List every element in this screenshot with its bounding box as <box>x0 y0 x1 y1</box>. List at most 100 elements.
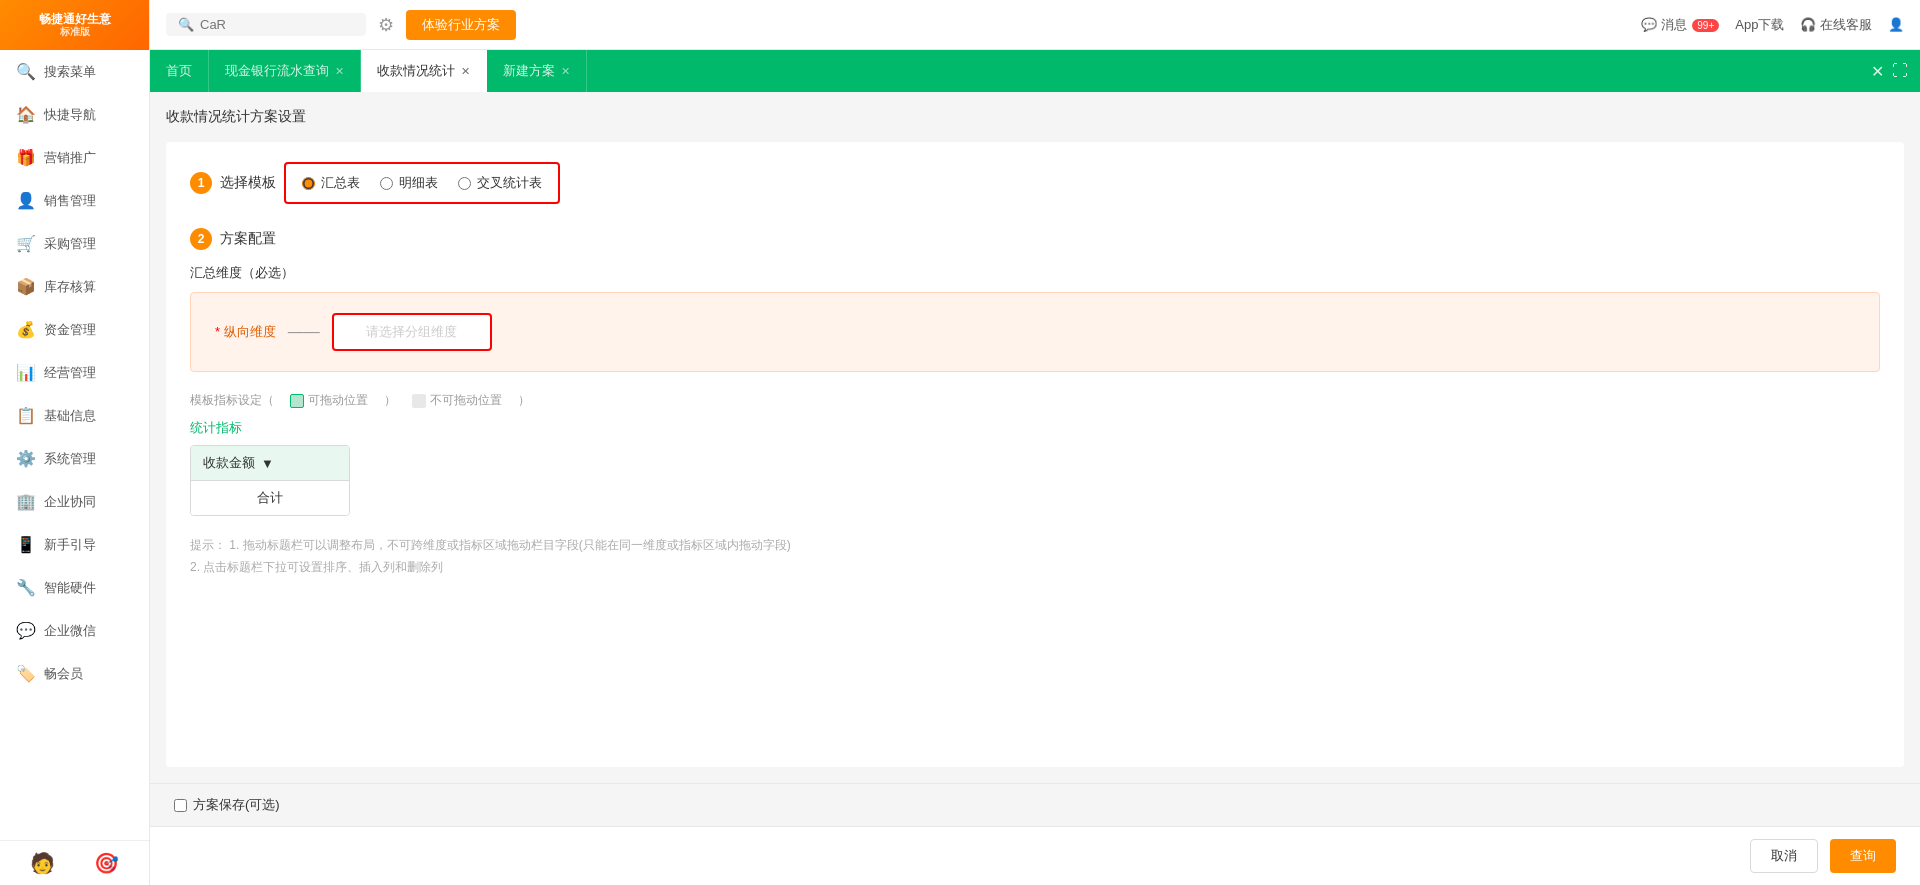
sales-icon: 👤 <box>16 191 36 210</box>
sidebar-item-quick-nav[interactable]: 🏠 快捷导航 <box>0 93 149 136</box>
non-draggable-box <box>412 394 426 408</box>
search-input[interactable] <box>200 17 354 32</box>
sidebar-item-label: 资金管理 <box>44 321 96 339</box>
tab-close-new-plan[interactable]: ✕ <box>561 65 570 78</box>
guide-icon: 📱 <box>16 535 36 554</box>
sidebar-item-member[interactable]: 🏷️ 畅会员 <box>0 652 149 695</box>
query-button[interactable]: 查询 <box>1830 839 1896 873</box>
sidebar-item-search-menu[interactable]: 🔍搜索菜单 <box>0 50 149 93</box>
indicator-title: 统计指标 <box>190 419 1880 437</box>
indicator-table: 收款金额 ▼ 合计 <box>190 445 350 516</box>
search-box: 🔍 <box>166 13 366 36</box>
legend-end: ） <box>518 392 530 409</box>
sidebar-item-label: 智能硬件 <box>44 579 96 597</box>
enterprise-icon: 🏢 <box>16 492 36 511</box>
marketing-icon: 🎁 <box>16 148 36 167</box>
sidebar-nav: 🔍搜索菜单 🏠 快捷导航 🎁 营销推广 👤 销售管理 🛒采购管理 📦 库存核算 💰资金管理📊经营管理… <box>0 50 149 840</box>
sidebar-item-label: 系统管理 <box>44 450 96 468</box>
content-area: 收款情况统计方案设置 1 选择模板 汇总表明细表交叉统计表 2 方案配置 汇总维… <box>150 92 1920 783</box>
tab-bar: 首页现金银行流水查询✕收款情况统计✕新建方案✕✕⛶ <box>150 50 1920 92</box>
user-avatar[interactable]: 👤 <box>1888 17 1904 32</box>
sidebar-item-label: 库存核算 <box>44 278 96 296</box>
step1-section: 1 选择模板 汇总表明细表交叉统计表 <box>190 162 1880 204</box>
message-item[interactable]: 💬 消息 99+ <box>1641 16 1719 34</box>
dimension-placeholder[interactable]: 请选择分组维度 <box>332 313 492 351</box>
basic-info-icon: 📋 <box>16 406 36 425</box>
close-window-icon[interactable]: ✕ <box>1871 62 1884 81</box>
tab-home[interactable]: 首页 <box>150 50 209 92</box>
radio-option-cross[interactable]: 交叉统计表 <box>458 174 542 192</box>
sidebar-item-purchase[interactable]: 🛒采购管理 <box>0 222 149 265</box>
top-header: 🔍 ⚙ 体验行业方案 💬 消息 99+ App下载 🎧 在线客服 👤 <box>150 0 1920 50</box>
radio-cross[interactable] <box>458 177 471 190</box>
sidebar-bottom: 🧑 🎯 <box>0 840 149 885</box>
dimension-section-label: 汇总维度（必选） <box>190 264 1880 282</box>
radio-label-detail: 明细表 <box>399 174 438 192</box>
sidebar-item-operations[interactable]: 📊经营管理 <box>0 351 149 394</box>
sidebar-bottom-icon-2[interactable]: 🎯 <box>94 851 119 875</box>
tip-0: 提示： 1. 拖动标题栏可以调整布局，不可跨维度或指标区域拖动栏目字段(只能在同… <box>190 535 1880 557</box>
hardware-icon: 🔧 <box>16 578 36 597</box>
sidebar-item-guide[interactable]: 📱新手引导 <box>0 523 149 566</box>
member-icon: 🏷️ <box>16 664 36 683</box>
sidebar-item-label: 销售管理 <box>44 192 96 210</box>
radio-option-detail[interactable]: 明细表 <box>380 174 438 192</box>
radio-summary[interactable] <box>302 177 315 190</box>
sidebar-item-label: 采购管理 <box>44 235 96 253</box>
sidebar-item-finance[interactable]: 💰资金管理 <box>0 308 149 351</box>
sidebar-item-marketing[interactable]: 🎁 营销推广 <box>0 136 149 179</box>
trial-button[interactable]: 体验行业方案 <box>406 10 516 40</box>
indicator-section: 模板指标设定（ 可拖动位置 ） 不可拖动位置 ） 统计指标 <box>190 392 1880 519</box>
message-badge: 99+ <box>1692 19 1719 32</box>
draggable-box <box>290 394 304 408</box>
radio-detail[interactable] <box>380 177 393 190</box>
sidebar-item-sales[interactable]: 👤 销售管理 <box>0 179 149 222</box>
sidebar-item-basic-info[interactable]: 📋基础信息 <box>0 394 149 437</box>
non-draggable-legend: 不可拖动位置 <box>412 392 502 409</box>
save-checkbox-label[interactable]: 方案保存(可选) <box>174 796 280 814</box>
sidebar-item-label: 畅会员 <box>44 665 83 683</box>
radio-label-cross: 交叉统计表 <box>477 174 542 192</box>
tab-label-bank-flow: 现金银行流水查询 <box>225 62 329 80</box>
tab-close-bank-flow[interactable]: ✕ <box>335 65 344 78</box>
sidebar: 畅捷通好生意 标准版 🔍搜索菜单🏠快捷导航🎁营销推广👤销售管理🛒采购管理📦库存核… <box>0 0 150 885</box>
step1-title: 选择模板 <box>220 174 276 192</box>
sidebar-item-label: 快捷导航 <box>44 106 96 124</box>
tips-section: 提示： 1. 拖动标题栏可以调整布局，不可跨维度或指标区域拖动栏目字段(只能在同… <box>190 535 1880 578</box>
radio-option-summary[interactable]: 汇总表 <box>302 174 360 192</box>
header-actions: 💬 消息 99+ App下载 🎧 在线客服 👤 <box>1641 16 1904 34</box>
tab-label-new-plan: 新建方案 <box>503 62 555 80</box>
sidebar-item-system[interactable]: ⚙️系统管理 <box>0 437 149 480</box>
step2-header: 2 方案配置 <box>190 228 1880 250</box>
sidebar-item-label: 经营管理 <box>44 364 96 382</box>
sidebar-bottom-icon-1[interactable]: 🧑 <box>30 851 55 875</box>
arrow-icon: —— <box>288 323 320 341</box>
indicator-header[interactable]: 收款金额 ▼ <box>191 446 349 481</box>
sidebar-item-enterprise[interactable]: 🏢 企业协同 <box>0 480 149 523</box>
maximize-icon[interactable]: ⛶ <box>1892 62 1908 81</box>
step2-badge: 2 <box>190 228 212 250</box>
sidebar-item-hardware[interactable]: 🔧 智能硬件 <box>0 566 149 609</box>
tab-close-receipt-stat[interactable]: ✕ <box>461 65 470 78</box>
sidebar-item-label: 营销推广 <box>44 149 96 167</box>
main-area: 🔍 ⚙ 体验行业方案 💬 消息 99+ App下载 🎧 在线客服 👤 首页现金银… <box>150 0 1920 885</box>
online-service-link[interactable]: 🎧 在线客服 <box>1800 16 1872 34</box>
indicator-settings-label: 模板指标设定（ <box>190 392 274 409</box>
tab-bank-flow[interactable]: 现金银行流水查询 ✕ <box>209 50 361 92</box>
save-checkbox[interactable] <box>174 799 187 812</box>
tab-new-plan[interactable]: 新建方案 ✕ <box>487 50 587 92</box>
quick-nav-icon: 🏠 <box>16 105 36 124</box>
sidebar-item-label: 搜索菜单 <box>44 63 96 81</box>
app-download-link[interactable]: App下载 <box>1735 16 1784 34</box>
tab-receipt-stat[interactable]: 收款情况统计✕ <box>361 50 487 92</box>
sidebar-item-inventory[interactable]: 📦 库存核算 <box>0 265 149 308</box>
sidebar-item-wechat[interactable]: 💬企业微信 <box>0 609 149 652</box>
sidebar-item-label: 企业微信 <box>44 622 96 640</box>
inventory-icon: 📦 <box>16 277 36 296</box>
indicator-total-cell: 合计 <box>191 481 349 515</box>
dropdown-icon[interactable]: ▼ <box>261 456 274 471</box>
cancel-button[interactable]: 取消 <box>1750 839 1818 873</box>
gear-icon[interactable]: ⚙ <box>378 14 394 36</box>
sidebar-item-label: 企业协同 <box>44 493 96 511</box>
footer-area: 方案保存(可选) <box>150 783 1920 826</box>
